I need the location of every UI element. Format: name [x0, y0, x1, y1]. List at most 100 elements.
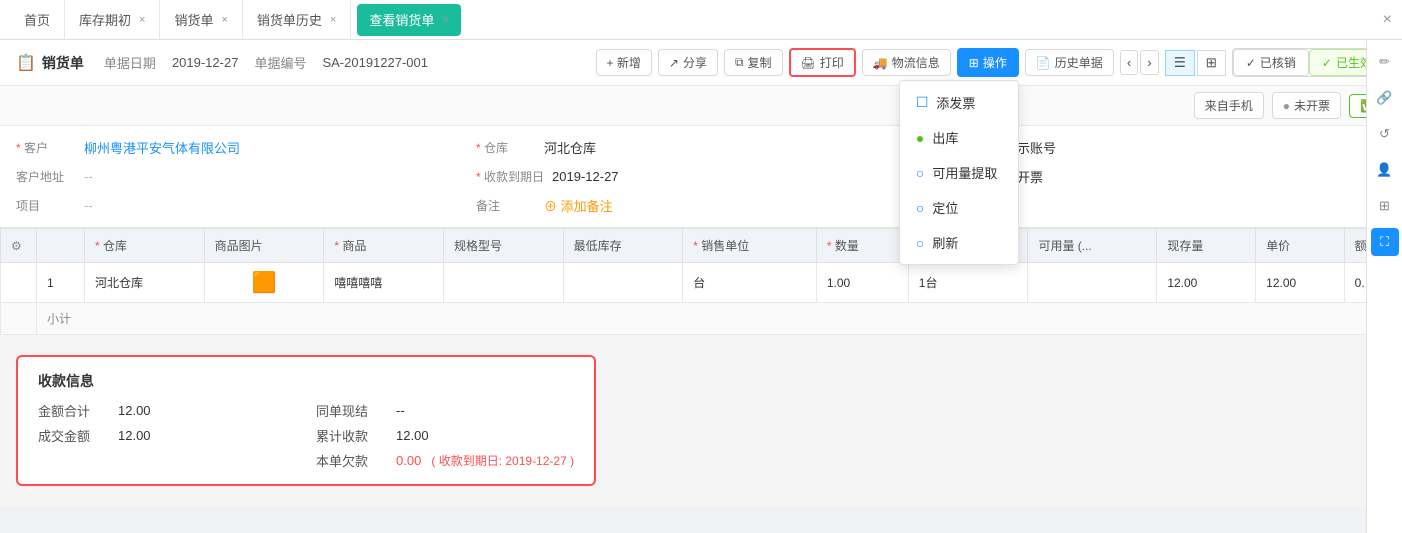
payment-date-value: 2019-12-27 — [552, 169, 619, 184]
operations-button[interactable]: ⊞ 操作 — [957, 48, 1019, 77]
tab-view-sales-close[interactable]: × — [442, 14, 448, 26]
truck-icon: 🚚 — [873, 56, 888, 70]
cumulative-label: 累计收款 — [316, 426, 386, 445]
same-order-value: -- — [396, 403, 405, 418]
sidebar-user-icon[interactable]: 👤 — [1371, 156, 1399, 184]
doc-meta: 单据日期 2019-12-27 单据编号 SA-20191227-001 — [104, 53, 428, 72]
warehouse-field: 仓库 河北仓库 — [476, 138, 926, 157]
summary-outstanding: 本单欠款 0.00 ( 收款到期日: 2019-12-27 ) — [316, 451, 574, 470]
transaction-label: 成交金额 — [38, 426, 108, 445]
col-product: 商品 — [324, 229, 444, 263]
col-index — [37, 229, 85, 263]
prev-arrow[interactable]: ‹ — [1120, 50, 1138, 75]
row-min-stock — [563, 263, 683, 303]
tab-view-sales[interactable]: 查看销货单 × — [357, 4, 460, 36]
from-phone-btn[interactable]: 来自手机 — [1194, 92, 1264, 119]
form-section: 客户 柳州粤港平安气体有限公司 仓库 河北仓库 业务员 演示账号 客户地址 --… — [0, 126, 1402, 228]
summary-transaction-amount: 成交金额 12.00 — [38, 426, 296, 445]
outstanding-label: 本单欠款 — [316, 451, 386, 470]
circle-icon: ● — [916, 130, 924, 146]
warehouse-value: 河北仓库 — [544, 138, 596, 157]
outstanding-value: 0.00 — [396, 453, 421, 468]
sidebar-table-icon[interactable]: ⊞ — [1371, 192, 1399, 220]
tab-inventory-init[interactable]: 库存期初 × — [65, 0, 160, 40]
tab-inventory-label: 库存期初 — [79, 10, 131, 29]
sidebar-expand-icon[interactable]: ⛶ — [1371, 228, 1399, 256]
operations-dropdown-container: ⊞ 操作 ☐ 添发票 ● 出库 ○ 可用量提取 — [957, 48, 1019, 77]
date-label: 单据日期 — [104, 53, 156, 72]
project-field: 项目 -- — [16, 196, 466, 215]
sidebar-rotate-icon[interactable]: ↺ — [1371, 120, 1399, 148]
row-product: 嘻嘻嘻嘻 — [324, 263, 444, 303]
share-icon: ↗ — [669, 56, 679, 70]
customer-value[interactable]: 柳州粤港平安气体有限公司 — [84, 138, 240, 157]
toolbar-row: 来自手机 ● 未开票 ✅ — [0, 86, 1402, 126]
add-note-btn[interactable]: ⊕ 添加备注 — [544, 196, 613, 215]
subtotal-settings — [1, 303, 37, 335]
menu-locate[interactable]: ○ 定位 — [900, 190, 1018, 225]
nav-arrows: ‹ › — [1120, 50, 1159, 75]
tab-sales-order-close[interactable]: × — [221, 14, 227, 26]
row-settings — [1, 263, 37, 303]
plus-icon: ⊕ — [544, 199, 561, 214]
not-opened-btn[interactable]: ● 未开票 — [1272, 92, 1341, 119]
doc-title-group: 📋 销货单 — [16, 53, 84, 73]
tab-home-label: 首页 — [24, 10, 50, 29]
tab-home[interactable]: 首页 — [10, 0, 65, 40]
menu-out-stock[interactable]: ● 出库 — [900, 120, 1018, 155]
project-value: -- — [84, 198, 93, 213]
warehouse-label: 仓库 — [476, 139, 536, 156]
subtotal-row: 小计 — [1, 303, 1402, 335]
summary-title: 收款信息 — [38, 371, 574, 391]
col-unit-price: 单价 — [1256, 229, 1344, 263]
next-arrow[interactable]: › — [1140, 50, 1158, 75]
summary-total-amount: 金额合计 12.00 — [38, 401, 296, 420]
col-warehouse: 仓库 — [85, 229, 205, 263]
tab-inventory-close[interactable]: × — [139, 14, 145, 26]
same-order-label: 同单现结 — [316, 401, 386, 420]
gear-icon[interactable]: ⚙ — [11, 239, 22, 253]
tab-sales-history[interactable]: 销货单历史 × — [243, 0, 351, 40]
logistics-button[interactable]: 🚚 物流信息 — [862, 49, 951, 76]
sidebar-edit-icon[interactable]: ✏ — [1371, 48, 1399, 76]
col-available: 可用量 (... — [1028, 229, 1157, 263]
copy-button[interactable]: ⧉ 复制 — [724, 49, 783, 76]
address-label: 客户地址 — [16, 168, 76, 185]
sold-status-badge[interactable]: ✓ 已核销 — [1233, 49, 1309, 76]
payment-date-label: 收款到期日 — [476, 168, 544, 185]
refresh-icon: ○ — [916, 235, 924, 251]
transaction-value: 12.00 — [118, 428, 151, 443]
note-label: 备注 — [476, 197, 536, 214]
sidebar-link-icon[interactable]: 🔗 — [1371, 84, 1399, 112]
new-button[interactable]: + 新增 — [596, 49, 652, 76]
invoice-icon: ☐ — [916, 94, 929, 111]
date-value: 2019-12-27 — [172, 55, 239, 70]
row-product-img: 🟧 — [204, 263, 324, 303]
tab-sales-history-close[interactable]: × — [330, 14, 336, 26]
cumulative-value: 12.00 — [396, 428, 429, 443]
print-button[interactable]: 🖨 打印 — [789, 48, 856, 77]
menu-add-invoice[interactable]: ☐ 添发票 — [900, 85, 1018, 120]
row-warehouse: 河北仓库 — [85, 263, 205, 303]
bottom-area: 收款信息 金额合计 12.00 同单现结 -- 成交金额 12.00 累计收款 … — [0, 335, 1402, 506]
check-effective-icon: ✓ — [1322, 56, 1332, 70]
number-value: SA-20191227-001 — [322, 55, 428, 70]
tab-bar-close-button[interactable]: × — [1383, 11, 1392, 29]
col-current-stock: 现存量 — [1157, 229, 1256, 263]
tab-bar: 首页 库存期初 × 销货单 × 销货单历史 × 查看销货单 × × — [0, 0, 1402, 40]
tab-view-sales-label: 查看销货单 — [369, 10, 434, 29]
menu-available-qty[interactable]: ○ 可用量提取 — [900, 155, 1018, 190]
row-quantity: 1.00 — [816, 263, 908, 303]
history-button[interactable]: 📄 历史单据 — [1025, 49, 1114, 76]
col-quantity: 数量 — [816, 229, 908, 263]
total-amount-value: 12.00 — [118, 403, 151, 418]
address-field: 客户地址 -- — [16, 167, 466, 186]
row-unit-price: 12.00 — [1256, 263, 1344, 303]
share-button[interactable]: ↗ 分享 — [658, 49, 718, 76]
menu-refresh[interactable]: ○ 刷新 — [900, 225, 1018, 260]
view-toggle: ☰ ⊞ — [1165, 50, 1226, 76]
grid-icon: ⊞ — [969, 56, 979, 70]
tab-sales-order[interactable]: 销货单 × — [160, 0, 242, 40]
grid-view-btn[interactable]: ⊞ — [1197, 50, 1226, 76]
list-view-btn[interactable]: ☰ — [1165, 50, 1195, 76]
